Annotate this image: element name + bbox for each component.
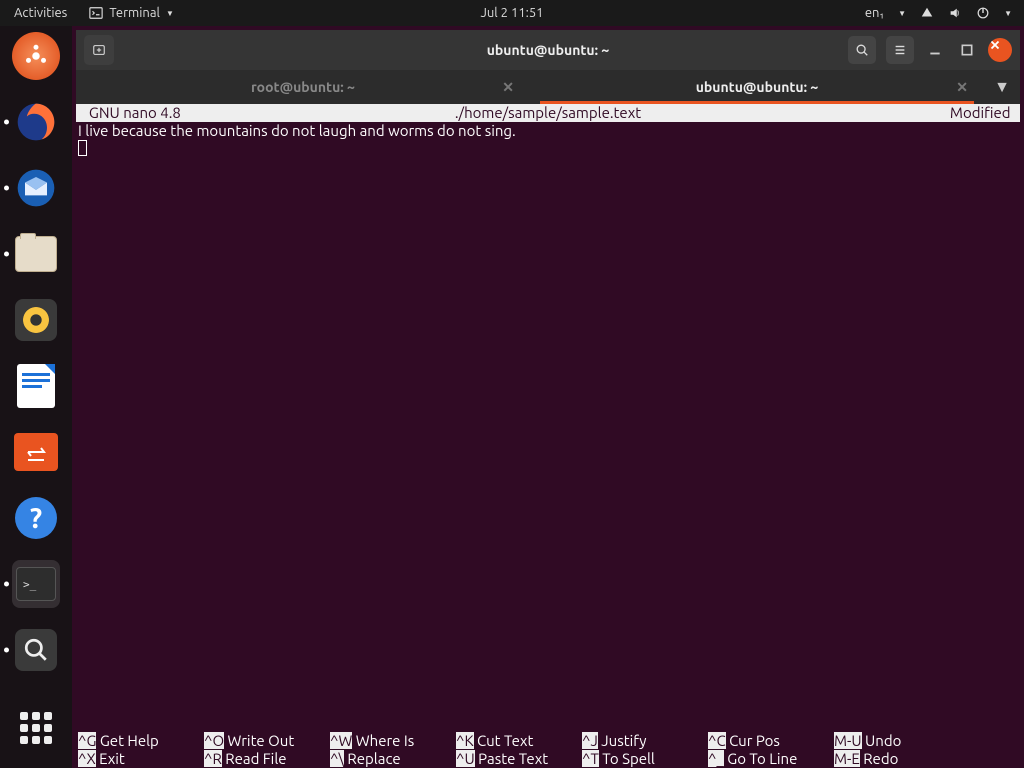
nano-filename: ./home/sample/sample.text bbox=[455, 104, 641, 122]
hamburger-icon bbox=[893, 43, 907, 57]
new-tab-button[interactable] bbox=[84, 35, 114, 65]
tab-label: ubuntu@ubuntu: ~ bbox=[696, 79, 819, 95]
nano-shortcut: ^\ Replace bbox=[330, 750, 456, 768]
dock-rhythmbox-icon[interactable] bbox=[12, 296, 60, 344]
nano-shortcut: ^K Cut Text bbox=[456, 732, 582, 750]
nano-shortcut: M-E Redo bbox=[834, 750, 944, 768]
dock-help-icon[interactable]: ? bbox=[12, 494, 60, 542]
chevron-down-icon: ▼ bbox=[166, 9, 174, 18]
search-icon bbox=[855, 43, 869, 57]
dock: ? >_ bbox=[0, 26, 72, 768]
gnome-topbar: Activities Terminal ▼ Jul 2 11:51 en₁ ▼ … bbox=[0, 0, 1024, 26]
show-applications-button[interactable] bbox=[16, 708, 56, 748]
minimize-button[interactable] bbox=[924, 39, 946, 61]
dock-firefox-icon[interactable] bbox=[12, 98, 60, 146]
tab-close-icon[interactable]: ✕ bbox=[956, 79, 968, 96]
minimize-icon bbox=[928, 43, 942, 57]
chevron-down-icon: ▼ bbox=[994, 78, 1010, 97]
network-icon[interactable] bbox=[920, 6, 934, 20]
chevron-down-icon: ▼ bbox=[898, 9, 906, 18]
close-button[interactable] bbox=[988, 38, 1012, 62]
dock-image-viewer-icon[interactable] bbox=[12, 626, 60, 674]
dock-software-icon[interactable] bbox=[12, 428, 60, 476]
nano-content-line: I live because the mountains do not laug… bbox=[78, 122, 516, 139]
dock-terminal-icon[interactable]: >_ bbox=[12, 560, 60, 608]
volume-icon[interactable] bbox=[948, 6, 962, 20]
tab-label: root@ubuntu: ~ bbox=[251, 79, 355, 95]
nano-version: GNU nano 4.8 bbox=[82, 104, 181, 122]
close-icon bbox=[988, 38, 1002, 52]
power-icon[interactable] bbox=[976, 6, 990, 20]
tab-ubuntu[interactable]: ubuntu@ubuntu: ~ ✕ bbox=[530, 70, 984, 104]
tab-bar: root@ubuntu: ~ ✕ ubuntu@ubuntu: ~ ✕ ▼ bbox=[76, 70, 1020, 104]
nano-editor-body[interactable]: I live because the mountains do not laug… bbox=[76, 122, 1020, 732]
window-title: ubuntu@ubuntu: ~ bbox=[487, 42, 610, 58]
nano-shortcut: ^_ Go To Line bbox=[708, 750, 834, 768]
terminal-icon bbox=[89, 6, 103, 20]
terminal-viewport[interactable]: GNU nano 4.8 ./home/sample/sample.text M… bbox=[76, 104, 1020, 768]
clock[interactable]: Jul 2 11:51 bbox=[480, 6, 543, 20]
nano-modified-flag: Modified bbox=[950, 104, 1014, 122]
nano-shortcut: ^W Where Is bbox=[330, 732, 456, 750]
maximize-button[interactable] bbox=[956, 39, 978, 61]
nano-help-bar: ^G Get Help ^O Write Out ^W Where Is ^K … bbox=[76, 732, 1020, 768]
dock-thunderbird-icon[interactable] bbox=[12, 164, 60, 212]
maximize-icon bbox=[960, 43, 974, 57]
new-tab-icon bbox=[92, 43, 106, 57]
tab-close-icon[interactable]: ✕ bbox=[502, 79, 514, 96]
topbar-app-name: Terminal bbox=[109, 6, 160, 20]
input-source-indicator[interactable]: en₁ bbox=[865, 6, 884, 20]
chevron-down-icon: ▼ bbox=[1004, 9, 1012, 18]
dock-show-applications-icon[interactable] bbox=[12, 32, 60, 80]
nano-shortcut: ^G Get Help bbox=[78, 732, 204, 750]
tabs-menu-button[interactable]: ▼ bbox=[984, 70, 1020, 104]
nano-shortcut: ^C Cur Pos bbox=[708, 732, 834, 750]
nano-shortcut: ^J Justify bbox=[582, 732, 708, 750]
activities-button[interactable]: Activities bbox=[14, 6, 67, 20]
nano-shortcut: ^O Write Out bbox=[204, 732, 330, 750]
nano-shortcut: M-U Undo bbox=[834, 732, 944, 750]
nano-shortcut: ^R Read File bbox=[204, 750, 330, 768]
text-cursor bbox=[78, 140, 87, 156]
nano-shortcut: ^U Paste Text bbox=[456, 750, 582, 768]
dock-libreoffice-writer-icon[interactable] bbox=[12, 362, 60, 410]
nano-shortcut: ^T To Spell bbox=[582, 750, 708, 768]
topbar-app-menu[interactable]: Terminal ▼ bbox=[89, 6, 174, 20]
titlebar: ubuntu@ubuntu: ~ bbox=[76, 30, 1020, 70]
dock-files-icon[interactable] bbox=[12, 230, 60, 278]
tab-root[interactable]: root@ubuntu: ~ ✕ bbox=[76, 70, 530, 104]
search-button[interactable] bbox=[848, 36, 876, 64]
terminal-window: ubuntu@ubuntu: ~ root@ubuntu: ~ ✕ ubuntu@… bbox=[76, 30, 1020, 768]
nano-titlebar: GNU nano 4.8 ./home/sample/sample.text M… bbox=[76, 104, 1020, 122]
hamburger-menu-button[interactable] bbox=[886, 36, 914, 64]
nano-shortcut: ^X Exit bbox=[78, 750, 204, 768]
